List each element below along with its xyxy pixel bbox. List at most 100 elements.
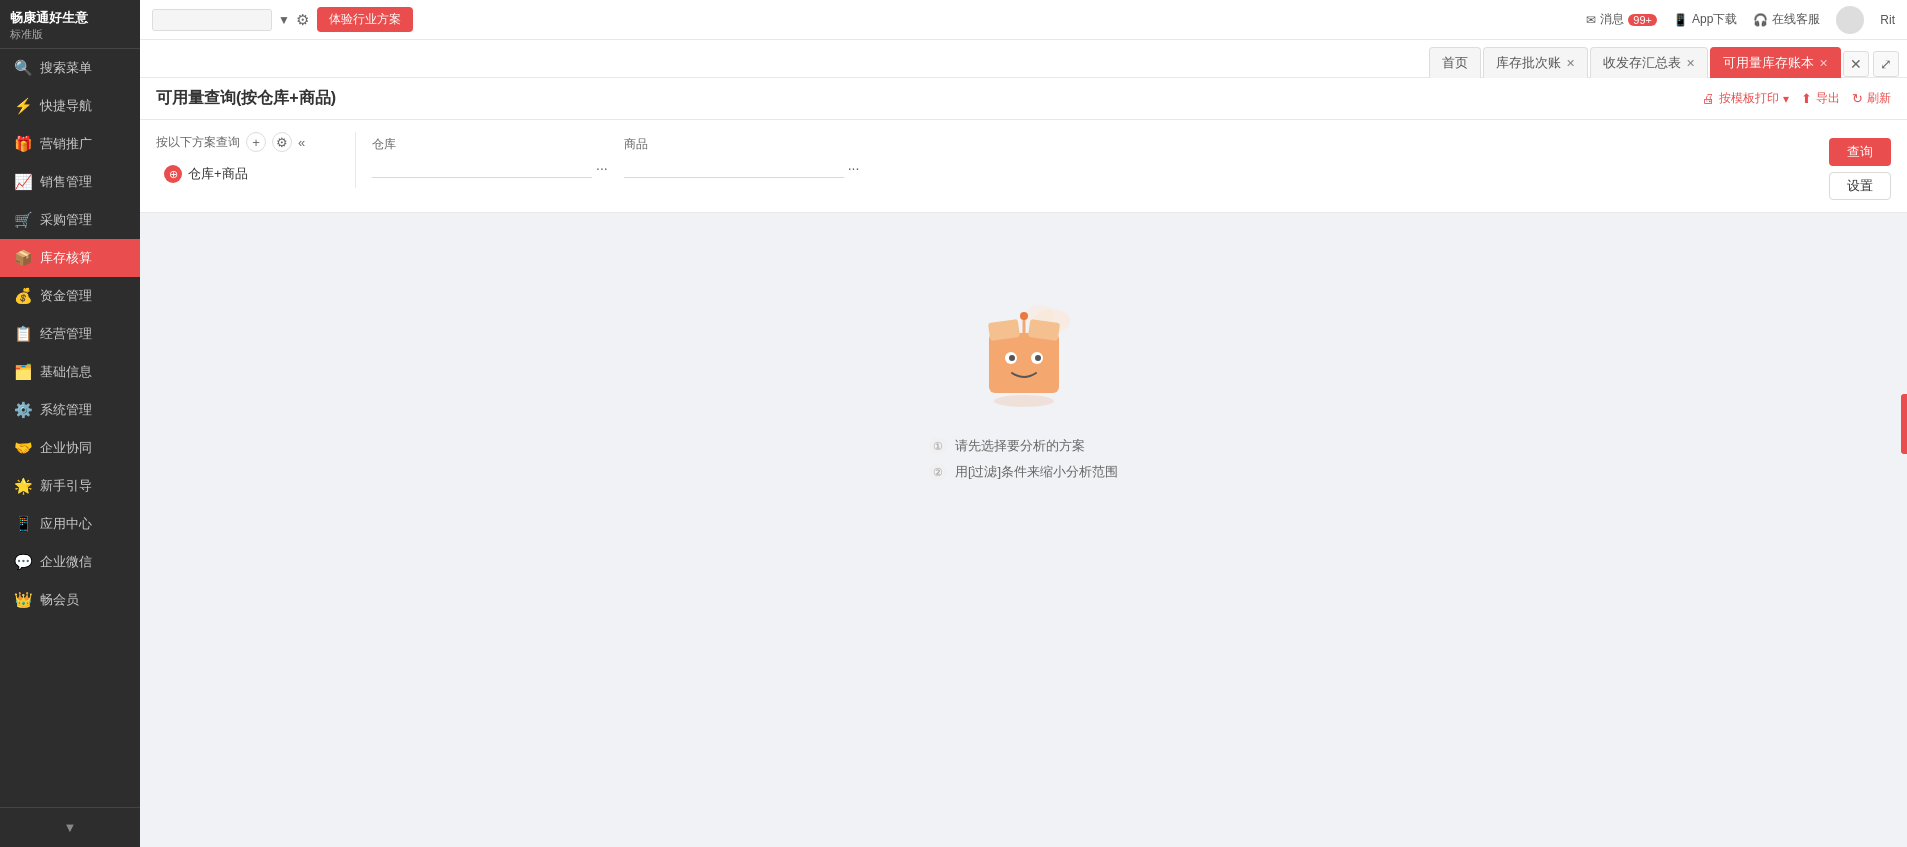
tab-label-recv-summary: 收发存汇总表 — [1603, 54, 1681, 72]
settings-btn[interactable]: 设置 — [1829, 172, 1891, 200]
sidebar-item-shortcut[interactable]: ⚡ 快捷导航 — [0, 87, 140, 125]
sidebar-item-marketing-promo[interactable]: 🎁营销推广 — [0, 125, 140, 163]
app-label: App下载 — [1692, 11, 1737, 28]
svg-point-8 — [1009, 355, 1015, 361]
avatar[interactable] — [1836, 6, 1864, 34]
scheme-settings-btn[interactable]: ⚙ — [272, 132, 292, 152]
sidebar-icon-app-center: 📱 — [14, 515, 32, 533]
sidebar-icon-capital-mgmt: 💰 — [14, 287, 32, 305]
sidebar-icon-vip-member: 👑 — [14, 591, 32, 609]
refresh-icon: ↻ — [1852, 91, 1863, 106]
sidebar-scroll: 🔍 搜索菜单 ⚡ 快捷导航 🎁营销推广 📈 销售管理 🛒采购管理📦库存核算 💰 资金管理 📋经营管理… — [0, 49, 140, 807]
sidebar-label-search: 搜索菜单 — [40, 59, 92, 77]
sidebar-icon-beginner-guide: 🌟 — [14, 477, 32, 495]
sidebar-item-vip-member[interactable]: 👑 畅会员 — [0, 581, 140, 619]
page-content: 可用量查询(按仓库+商品) 🖨 按模板打印 ▾ ⬆ 导出 ↻ 刷新 — [140, 78, 1907, 847]
page-header-actions: 🖨 按模板打印 ▾ ⬆ 导出 ↻ 刷新 — [1702, 90, 1891, 107]
tab-home[interactable]: 首页 — [1429, 47, 1481, 78]
svg-point-11 — [1020, 312, 1028, 320]
empty-hint-2: ② 用[过滤]条件来缩小分析范围 — [929, 463, 1118, 481]
header-gear-icon[interactable]: ⚙ — [296, 11, 309, 29]
edition-label: 标准版 — [10, 27, 130, 42]
header-search-input[interactable] — [152, 9, 272, 31]
trial-btn[interactable]: 体验行业方案 — [317, 7, 413, 32]
sidebar-label-basic-info: 基础信息 — [40, 363, 92, 381]
sidebar-label-vip-member: 畅会员 — [40, 591, 79, 609]
filter-warehouse-label: 仓库 — [372, 136, 608, 153]
header-service-btn[interactable]: 🎧 在线客服 — [1753, 11, 1820, 28]
add-scheme-btn[interactable]: + — [246, 132, 266, 152]
svg-rect-3 — [989, 333, 1059, 393]
top-header: ▼ ⚙ 体验行业方案 ✉ 消息 99+ 📱 App下载 🎧 在线客服 Rit — [140, 0, 1907, 40]
sidebar-item-ops-mgmt[interactable]: 📋经营管理 — [0, 315, 140, 353]
right-edge-indicator — [1901, 394, 1907, 454]
msg-icon: ✉ — [1586, 13, 1596, 27]
header-msg-btn[interactable]: ✉ 消息 99+ — [1586, 11, 1657, 28]
filter-goods-input[interactable] — [624, 157, 844, 178]
sidebar-icon-search: 🔍 — [14, 59, 32, 77]
scheme-item-warehouse-goods[interactable]: ⊕ 仓库+商品 — [156, 160, 343, 188]
filter-goods-input-row: ··· — [624, 157, 860, 178]
print-btn[interactable]: 🖨 按模板打印 ▾ — [1702, 90, 1789, 107]
tab-expand-btn[interactable]: ⤢ — [1873, 51, 1899, 77]
filter-goods-dots[interactable]: ··· — [848, 160, 860, 176]
header-right: ✉ 消息 99+ 📱 App下载 🎧 在线客服 Rit — [1586, 6, 1895, 34]
sidebar-item-sales-mgmt[interactable]: 📈 销售管理 — [0, 163, 140, 201]
brand-name: 畅康通好生意 — [10, 10, 130, 27]
sidebar-item-inventory-calc[interactable]: 📦库存核算 — [0, 239, 140, 277]
header-dropdown-btn[interactable]: ▼ — [278, 13, 290, 27]
sidebar-item-purchase-mgmt[interactable]: 🛒采购管理 — [0, 201, 140, 239]
refresh-btn[interactable]: ↻ 刷新 — [1852, 90, 1891, 107]
filter-warehouse-input-row: ··· — [372, 157, 608, 178]
sidebar-label-shortcut: 快捷导航 — [40, 97, 92, 115]
tab-recv-summary[interactable]: 收发存汇总表 ✕ — [1590, 47, 1708, 78]
tab-close-batch-ledger[interactable]: ✕ — [1566, 57, 1575, 70]
sidebar-item-app-center[interactable]: 📱应用中心 — [0, 505, 140, 543]
msg-label: 消息 — [1600, 11, 1624, 28]
print-dropdown-icon[interactable]: ▾ — [1783, 92, 1789, 106]
sidebar-bottom: ▼ — [0, 807, 140, 847]
query-left-panel: 按以下方案查询 + ⚙ « ⊕ 仓库+商品 — [156, 132, 356, 188]
export-label: 导出 — [1816, 90, 1840, 107]
export-icon: ⬆ — [1801, 91, 1812, 106]
tab-close-btn[interactable]: ✕ — [1843, 51, 1869, 77]
sidebar-label-capital-mgmt: 资金管理 — [40, 287, 92, 305]
page-header-bar: 可用量查询(按仓库+商品) 🖨 按模板打印 ▾ ⬆ 导出 ↻ 刷新 — [140, 78, 1907, 120]
sidebar-scroll-down[interactable]: ▼ — [0, 816, 140, 839]
main-area: ▼ ⚙ 体验行业方案 ✉ 消息 99+ 📱 App下载 🎧 在线客服 Rit — [140, 0, 1907, 847]
header-app-btn[interactable]: 📱 App下载 — [1673, 11, 1737, 28]
sidebar-item-capital-mgmt[interactable]: 💰 资金管理 — [0, 277, 140, 315]
svg-point-9 — [1035, 355, 1041, 361]
tab-batch-ledger[interactable]: 库存批次账✕ — [1483, 47, 1588, 78]
sidebar-icon-shortcut: ⚡ — [14, 97, 32, 115]
tab-close-recv-summary[interactable]: ✕ — [1686, 57, 1695, 70]
tab-label-home: 首页 — [1442, 54, 1468, 72]
sidebar-item-beginner-guide[interactable]: 🌟新手引导 — [0, 467, 140, 505]
empty-hints: ① 请先选择要分析的方案 ② 用[过滤]条件来缩小分析范围 — [929, 437, 1118, 481]
sidebar-item-sys-mgmt[interactable]: ⚙️系统管理 — [0, 391, 140, 429]
empty-svg — [964, 293, 1084, 413]
tabs-bar: 首页库存批次账✕收发存汇总表✕可用量库存账本✕ ✕ ⤢ — [140, 40, 1907, 78]
username[interactable]: Rit — [1880, 13, 1895, 27]
filter-warehouse-input[interactable] — [372, 157, 592, 178]
hint-num-2: ② — [929, 463, 947, 481]
app-icon: 📱 — [1673, 13, 1688, 27]
query-btn[interactable]: 查询 — [1829, 138, 1891, 166]
sidebar-icon-enterprise-coop: 🤝 — [14, 439, 32, 457]
sidebar-item-enterprise-wechat[interactable]: 💬企业微信 — [0, 543, 140, 581]
filter-warehouse-dots[interactable]: ··· — [596, 160, 608, 176]
hint-text-2: 用[过滤]条件来缩小分析范围 — [955, 463, 1118, 481]
tab-close-available-ledger[interactable]: ✕ — [1819, 57, 1828, 70]
sidebar-icon-basic-info: 🗂️ — [14, 363, 32, 381]
sidebar-logo: 畅康通好生意 标准版 — [0, 0, 140, 49]
sidebar-item-search[interactable]: 🔍 搜索菜单 — [0, 49, 140, 87]
export-btn[interactable]: ⬆ 导出 — [1801, 90, 1840, 107]
sidebar-label-enterprise-coop: 企业协同 — [40, 439, 92, 457]
tab-available-ledger[interactable]: 可用量库存账本✕ — [1710, 47, 1841, 78]
sidebar-item-enterprise-coop[interactable]: 🤝 企业协同 — [0, 429, 140, 467]
page-title: 可用量查询(按仓库+商品) — [156, 88, 336, 109]
sidebar-item-basic-info[interactable]: 🗂️ 基础信息 — [0, 353, 140, 391]
sidebar-icon-sales-mgmt: 📈 — [14, 173, 32, 191]
scheme-collapse-btn[interactable]: « — [298, 135, 305, 150]
sidebar-label-sales-mgmt: 销售管理 — [40, 173, 92, 191]
